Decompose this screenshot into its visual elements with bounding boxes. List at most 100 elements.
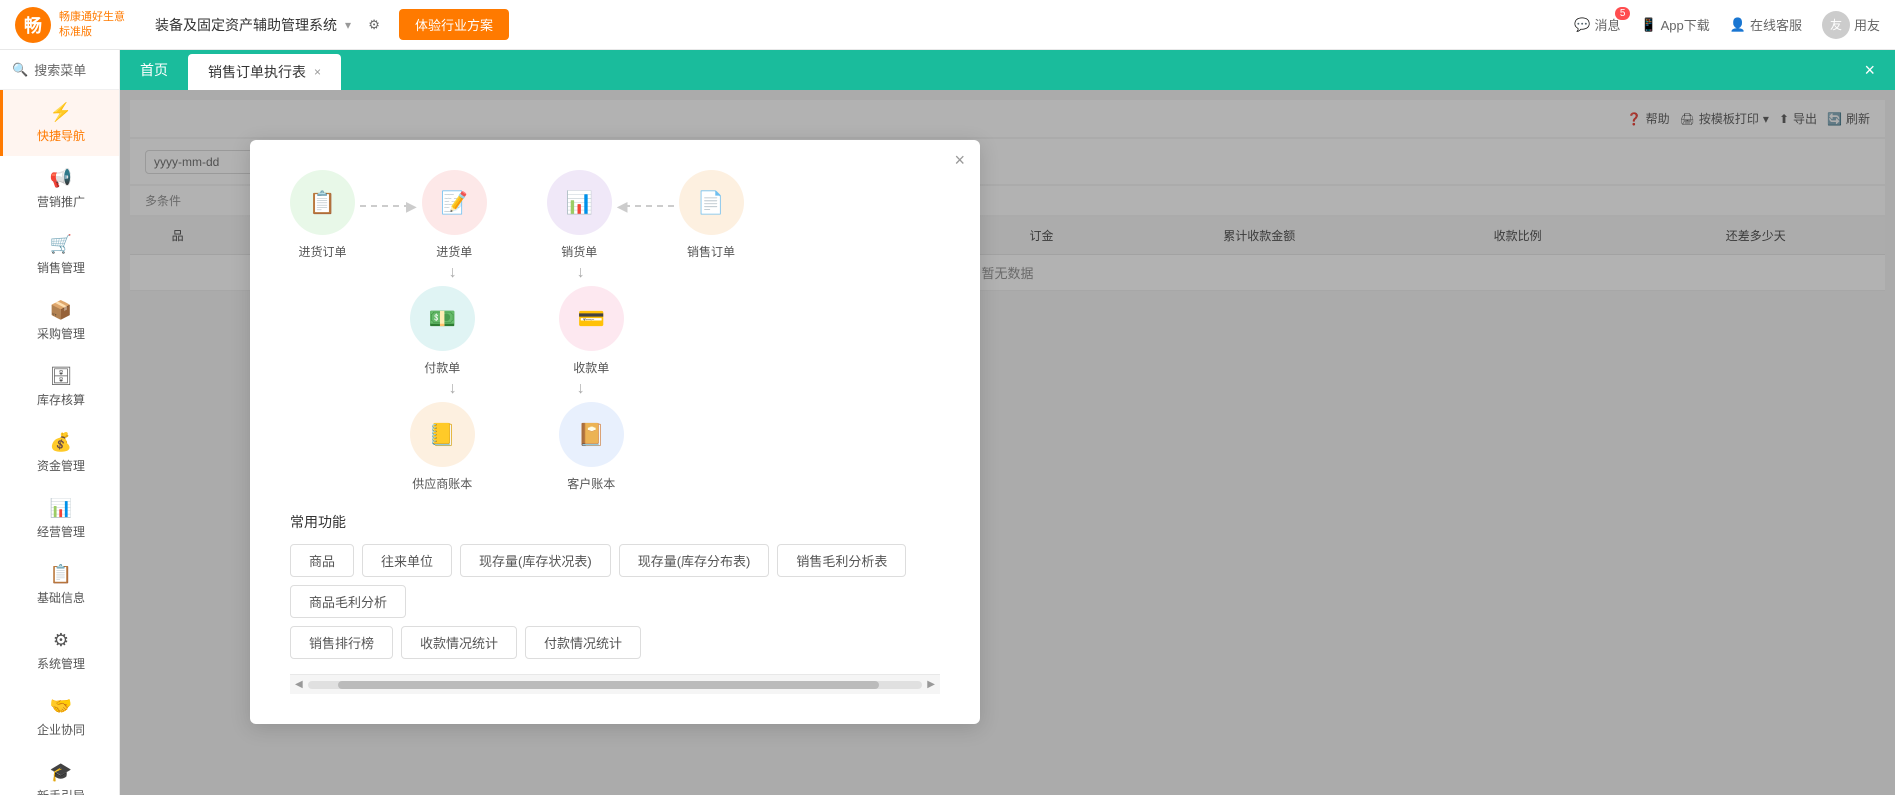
sidebar-item-marketing[interactable]: 📢 营销推广 <box>0 156 119 222</box>
arrow-down-payment: ↓ <box>290 264 487 282</box>
purchase-icon: 📦 <box>50 300 72 321</box>
purchase-order-label: 进货订单 <box>298 243 346 260</box>
arrow-sales-order-to-bill: ◀ <box>617 198 674 215</box>
func-btn-contacts[interactable]: 往来单位 <box>362 544 452 577</box>
gear-button[interactable]: ⚙ <box>359 10 389 40</box>
func-buttons-row1: 商品 往来单位 现存量(库存状况表) 现存量(库存分布表) 销售毛利分析表 商品… <box>290 544 940 618</box>
online-service-button[interactable]: 👤 在线客服 <box>1730 15 1802 34</box>
main-layout: 🔍 搜索菜单 ⚡ 快捷导航 📢 营销推广 🛒 销售管理 📦 采购管理 🗄 库存核… <box>0 50 1895 795</box>
search-menu-button[interactable]: 🔍 搜索菜单 <box>0 50 119 90</box>
download-icon: 📱 <box>1640 17 1656 33</box>
receipt-row: 💳 收款单 <box>547 286 744 376</box>
sidebar: 🔍 搜索菜单 ⚡ 快捷导航 📢 营销推广 🛒 销售管理 📦 采购管理 🗄 库存核… <box>0 50 120 795</box>
sales-bill-label: 销货单 <box>561 243 597 260</box>
func-btn-inventory-status[interactable]: 现存量(库存状况表) <box>460 544 611 577</box>
customer-ledger-node[interactable]: 📔 客户账本 <box>559 402 624 492</box>
sidebar-item-sales[interactable]: 🛒 销售管理 <box>0 222 119 288</box>
service-icon: 👤 <box>1730 17 1746 33</box>
customer-ledger-circle: 📔 <box>559 402 624 467</box>
payment-bill-label: 付款单 <box>424 359 460 376</box>
finance-icon: 💰 <box>50 432 72 453</box>
func-btn-sales-rank[interactable]: 销售排行榜 <box>290 626 393 659</box>
sales-bill-node[interactable]: 📊 销货单 <box>547 170 612 260</box>
sidebar-item-purchase[interactable]: 📦 采购管理 <box>0 288 119 354</box>
logo-text: 畅康通好生意 标准版 <box>59 10 125 39</box>
common-functions-title: 常用功能 <box>290 512 940 532</box>
sidebar-item-label: 资金管理 <box>37 457 85 474</box>
purchase-bill-node[interactable]: 📝 进货单 <box>422 170 487 260</box>
message-badge: 5 <box>1615 7 1631 20</box>
sales-order-node[interactable]: 📄 销售订单 <box>679 170 744 260</box>
search-icon: 🔍 <box>12 62 28 78</box>
sidebar-item-basic[interactable]: 📋 基础信息 <box>0 552 119 618</box>
arrow-down-supplier: ↓ <box>290 380 487 398</box>
scroll-right-icon[interactable]: ▶ <box>927 679 935 690</box>
func-btn-inventory-distribution[interactable]: 现存量(库存分布表) <box>619 544 770 577</box>
supplier-ledger-label: 供应商账本 <box>412 475 472 492</box>
message-button[interactable]: 💬 消息 5 <box>1574 15 1620 34</box>
basic-icon: 📋 <box>50 564 72 585</box>
sidebar-item-label: 基础信息 <box>37 589 85 606</box>
quick-nav-icon: ⚡ <box>50 102 72 123</box>
sidebar-item-inventory[interactable]: 🗄 库存核算 <box>0 354 119 420</box>
receipt-bill-circle: 💳 <box>559 286 624 351</box>
supplier-row: 📒 供应商账本 <box>290 402 487 492</box>
sidebar-item-enterprise[interactable]: 🤝 企业协同 <box>0 684 119 750</box>
func-btn-receipt-stats[interactable]: 收款情况统计 <box>401 626 517 659</box>
purchase-bill-label: 进货单 <box>436 243 472 260</box>
func-btn-sales-margin[interactable]: 销售毛利分析表 <box>777 544 906 577</box>
func-btn-product-margin[interactable]: 商品毛利分析 <box>290 585 406 618</box>
enterprise-icon: 🤝 <box>50 696 72 717</box>
flow-modal: × 📋 进货订单 <box>250 140 980 724</box>
sidebar-item-operations[interactable]: 📊 经营管理 <box>0 486 119 552</box>
arrow-purchase-to-bill: ▶ <box>360 198 417 215</box>
receipt-bill-label: 收款单 <box>573 359 609 376</box>
sidebar-item-label: 库存核算 <box>37 391 85 408</box>
func-btn-payment-stats[interactable]: 付款情况统计 <box>525 626 641 659</box>
tab-sales-order-exec[interactable]: 销售订单执行表 × <box>188 54 341 90</box>
sidebar-item-label: 经营管理 <box>37 523 85 540</box>
newbie-icon: 🎓 <box>50 762 72 783</box>
inventory-icon: 🗄 <box>50 366 73 387</box>
payment-bill-node[interactable]: 💵 付款单 <box>410 286 475 376</box>
app-download-label: App下载 <box>1661 15 1710 34</box>
purchase-bill-circle: 📝 <box>422 170 487 235</box>
scroll-track[interactable] <box>308 681 923 689</box>
avatar: 友 <box>1822 11 1850 39</box>
sidebar-item-quick-nav[interactable]: ⚡ 快捷导航 <box>0 90 119 156</box>
purchase-order-node[interactable]: 📋 进货订单 <box>290 170 355 260</box>
logo-icon: 畅 <box>15 7 51 43</box>
sidebar-item-label: 采购管理 <box>37 325 85 342</box>
customer-ledger-label: 客户账本 <box>567 475 615 492</box>
modal-close-button[interactable]: × <box>954 150 965 171</box>
dropdown-arrow-icon[interactable]: ▾ <box>345 18 351 32</box>
system-title: 装备及固定资产辅助管理系统 ▾ <box>155 15 351 35</box>
scroll-left-icon[interactable]: ◀ <box>295 679 303 690</box>
window-close-button[interactable]: × <box>1854 60 1885 80</box>
sidebar-item-finance[interactable]: 💰 资金管理 <box>0 420 119 486</box>
tab-close-icon[interactable]: × <box>314 65 321 79</box>
supplier-ledger-circle: 📒 <box>410 402 475 467</box>
app-download-button[interactable]: 📱 App下载 <box>1640 15 1709 34</box>
operations-icon: 📊 <box>50 498 72 519</box>
modal-scrollbar[interactable]: ◀ ▶ <box>290 674 940 694</box>
user-menu[interactable]: 友 用友 <box>1822 11 1880 39</box>
customer-row: 📔 客户账本 <box>547 402 744 492</box>
sales-row: 📊 销货单 ◀ 📄 销售订单 <box>547 170 744 260</box>
sales-icon: 🛒 <box>50 234 72 255</box>
func-btn-product[interactable]: 商品 <box>290 544 354 577</box>
online-service-label: 在线客服 <box>1750 15 1802 34</box>
dashed-line <box>360 205 410 207</box>
sidebar-item-newbie[interactable]: 🎓 新手引导 <box>0 750 119 795</box>
marketing-icon: 📢 <box>50 168 72 189</box>
experience-button[interactable]: 体验行业方案 <box>399 9 509 40</box>
sales-order-circle: 📄 <box>679 170 744 235</box>
tab-home[interactable]: 首页 <box>120 50 188 90</box>
payment-row: 💵 付款单 <box>290 286 487 376</box>
payment-bill-circle: 💵 <box>410 286 475 351</box>
logo-area: 畅 畅康通好生意 标准版 <box>15 7 135 43</box>
scroll-thumb <box>338 681 879 689</box>
receipt-bill-node[interactable]: 💳 收款单 <box>559 286 624 376</box>
supplier-ledger-node[interactable]: 📒 供应商账本 <box>410 402 475 492</box>
sidebar-item-system[interactable]: ⚙ 系统管理 <box>0 618 119 684</box>
